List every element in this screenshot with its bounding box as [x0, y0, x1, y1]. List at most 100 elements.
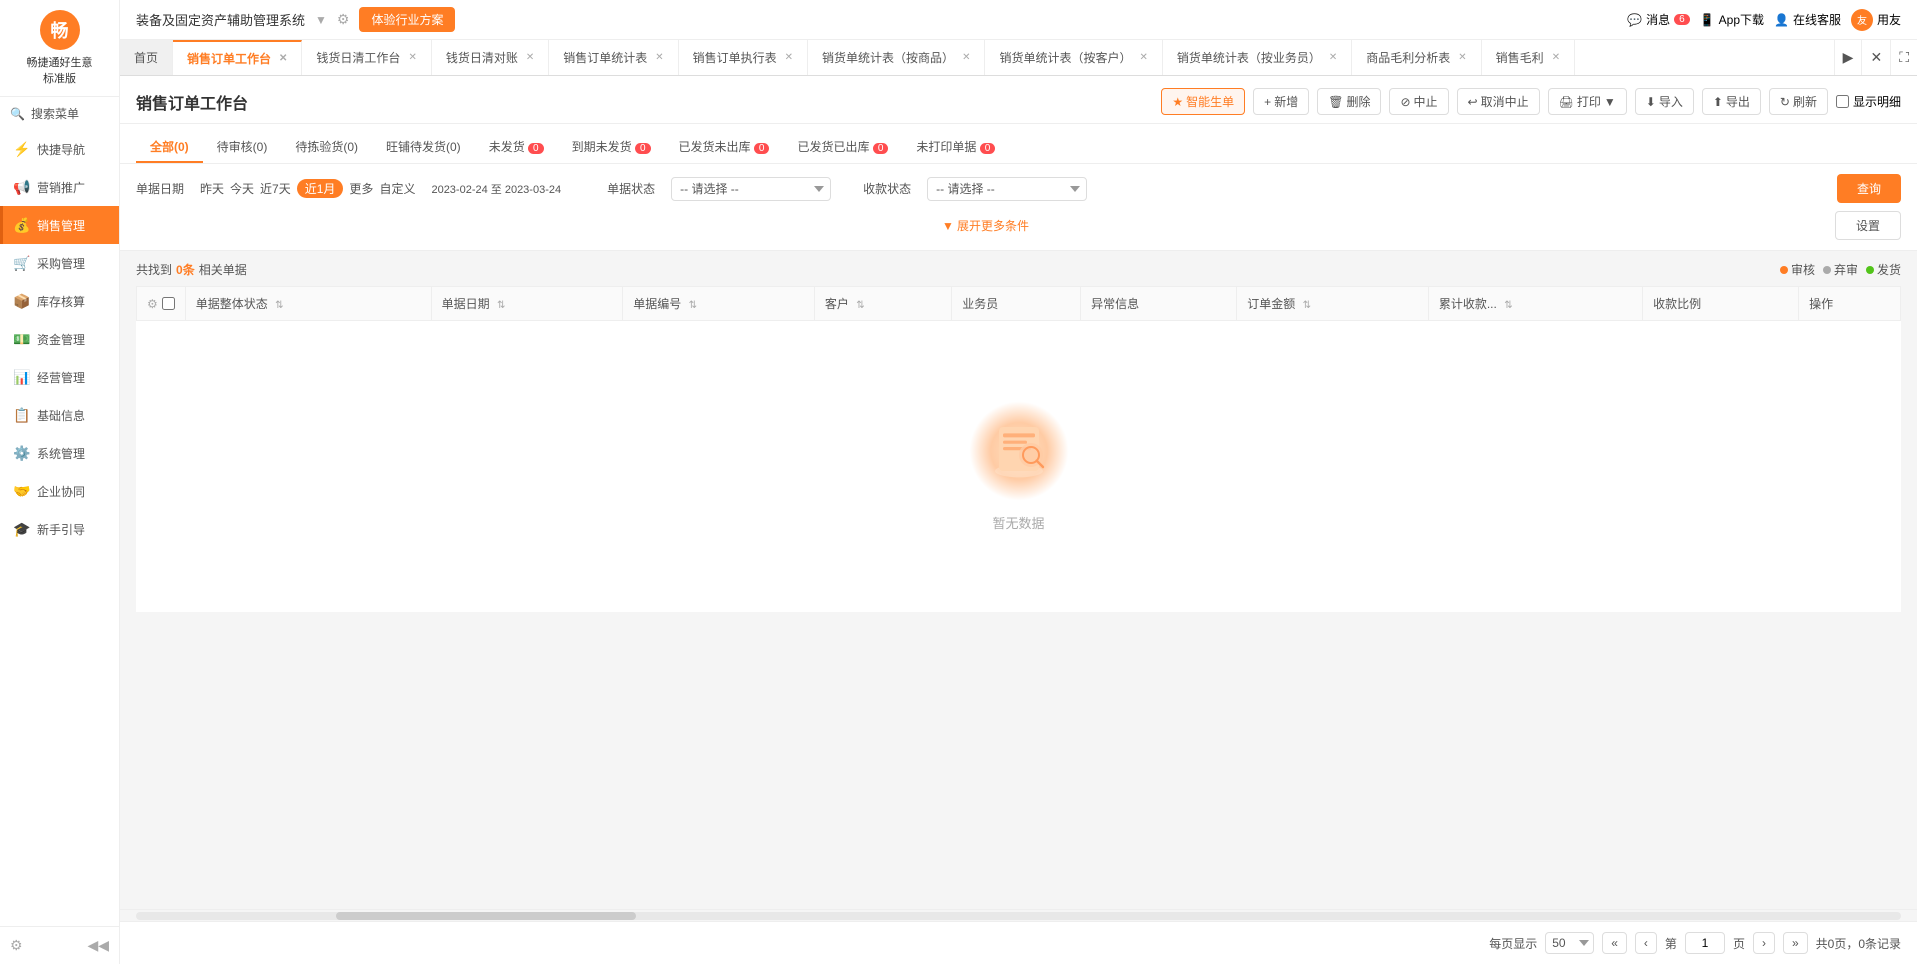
prev-page-btn[interactable]: ‹ — [1635, 932, 1657, 954]
print-btn[interactable]: 🖨 打印 ▼ — [1548, 88, 1627, 115]
user-btn[interactable]: 友 用友 — [1851, 9, 1901, 31]
tab-close-all-btn[interactable]: ✕ — [1861, 40, 1890, 76]
sub-tab-not-shipped[interactable]: 未发货 0 — [475, 132, 558, 163]
show-detail-checkbox[interactable] — [1836, 95, 1849, 108]
tab-scroll-right-btn[interactable]: ▶ — [1834, 40, 1862, 76]
sort-number-icon[interactable]: ⇅ — [689, 300, 697, 311]
date-last1month[interactable]: 近1月 — [297, 179, 344, 198]
sub-tab-shipped-out[interactable]: 已发货已出库 0 — [783, 132, 902, 163]
tab-gross-profit[interactable]: 商品毛利分析表 ✕ — [1352, 40, 1481, 76]
cancel-suspend-btn[interactable]: ↩ 取消中止 — [1457, 88, 1540, 115]
sub-tab-shipped-not-out[interactable]: 已发货未出库 0 — [665, 132, 784, 163]
sub-tab-wangpu[interactable]: 旺铺待发货(0) — [372, 132, 475, 163]
cancel-review-action[interactable]: 弃审 — [1823, 261, 1858, 278]
tab-cash-reconcile[interactable]: 钱货日清对账 ✕ — [432, 40, 549, 76]
next-page-btn[interactable]: › — [1753, 932, 1775, 954]
tab-home[interactable]: 首页 — [120, 40, 173, 76]
smart-create-btn[interactable]: ★ 智能生单 — [1161, 88, 1245, 115]
sidebar-item-system[interactable]: ⚙️ 系统管理 — [0, 434, 119, 472]
th-received: 累计收款... ⇅ — [1428, 287, 1642, 321]
tab-sales-profit[interactable]: 销售毛利 ✕ — [1482, 40, 1575, 76]
review-action[interactable]: 审核 — [1780, 261, 1815, 278]
sidebar-item-basic[interactable]: 📋 基础信息 — [0, 396, 119, 434]
tab-sales-summary-product[interactable]: 销货单统计表（按商品） ✕ — [808, 40, 985, 76]
tab-close-icon[interactable]: ✕ — [1139, 52, 1147, 63]
tab-sales-summary-staff[interactable]: 销货单统计表（按业务员） ✕ — [1163, 40, 1352, 76]
sub-tab-bar: 全部(0) 待审核(0) 待拣验货(0) 旺铺待发货(0) 未发货 0 到期未发… — [120, 124, 1917, 164]
tab-close-icon[interactable]: ✕ — [785, 52, 793, 63]
show-detail-toggle[interactable]: 显示明细 — [1836, 93, 1901, 110]
tab-close-icon[interactable]: ✕ — [1458, 52, 1466, 63]
sidebar-item-operations[interactable]: 📊 经营管理 — [0, 358, 119, 396]
date-last7[interactable]: 近7天 — [260, 180, 291, 197]
sub-tab-overdue[interactable]: 到期未发货 0 — [558, 132, 665, 163]
suspend-btn[interactable]: ⊘ 中止 — [1389, 88, 1448, 115]
gear-icon[interactable]: ⚙ — [337, 11, 350, 28]
query-btn[interactable]: 查询 — [1837, 174, 1901, 203]
sort-customer-icon[interactable]: ⇅ — [856, 300, 864, 311]
sidebar-item-finance[interactable]: 💵 资金管理 — [0, 320, 119, 358]
tab-cash-daily[interactable]: 钱货日清工作台 ✕ — [302, 40, 431, 76]
export-btn[interactable]: ⬆ 导出 — [1702, 88, 1761, 115]
message-btn[interactable]: 💬 消息 6 — [1627, 11, 1690, 28]
tab-sales-summary-customer[interactable]: 销货单统计表（按客户） ✕ — [985, 40, 1162, 76]
setting-btn[interactable]: 设置 — [1835, 211, 1901, 240]
app-download-btn[interactable]: 📱 App下载 — [1700, 11, 1764, 28]
last-page-btn[interactable]: » — [1783, 932, 1808, 954]
tab-close-icon[interactable]: ✕ — [526, 52, 534, 63]
tab-sales-workbench[interactable]: 销售订单工作台 ✕ — [173, 40, 302, 76]
sidebar-item-guide[interactable]: 🎓 新手引导 — [0, 510, 119, 548]
date-yesterday[interactable]: 昨天 — [200, 180, 224, 197]
sidebar-item-purchase[interactable]: 🛒 采购管理 — [0, 244, 119, 282]
refresh-btn[interactable]: ↻ 刷新 — [1769, 88, 1828, 115]
settings-bottom-icon[interactable]: ⚙ — [10, 937, 23, 954]
tab-sales-exec[interactable]: 销售订单执行表 ✕ — [679, 40, 808, 76]
sub-tab-pending-review[interactable]: 待审核(0) — [203, 132, 282, 163]
page-size-select[interactable]: 50 100 200 — [1545, 932, 1594, 954]
trial-btn[interactable]: 体验行业方案 — [359, 7, 455, 32]
tab-close-icon[interactable]: ✕ — [962, 52, 970, 63]
page-input[interactable]: 1 — [1685, 932, 1725, 954]
tab-close-icon[interactable]: ✕ — [655, 52, 663, 63]
status-filter-label: 单据状态 — [607, 180, 655, 197]
select-all-checkbox[interactable] — [162, 297, 175, 310]
sort-amount-icon[interactable]: ⇅ — [1303, 300, 1311, 311]
settings-icon[interactable]: ⚙ — [147, 297, 158, 311]
first-page-btn[interactable]: « — [1602, 932, 1627, 954]
sub-tab-all[interactable]: 全部(0) — [136, 132, 203, 163]
tab-sales-stats[interactable]: 销售订单统计表 ✕ — [549, 40, 678, 76]
sort-status-icon[interactable]: ⇅ — [275, 300, 283, 311]
online-service-btn[interactable]: 👤 在线客服 — [1774, 11, 1841, 28]
import-btn[interactable]: ⬇ 导入 — [1635, 88, 1694, 115]
payment-select[interactable]: -- 请选择 -- — [927, 177, 1087, 201]
enterprise-icon: 🤝 — [13, 482, 31, 500]
scrollbar-thumb[interactable] — [336, 912, 636, 920]
tab-close-icon[interactable]: ✕ — [1552, 52, 1560, 63]
sub-tab-pending-inspect[interactable]: 待拣验货(0) — [281, 132, 372, 163]
sort-date-icon[interactable]: ⇅ — [497, 300, 505, 311]
delete-btn[interactable]: 🗑 删除 — [1317, 88, 1381, 115]
tab-close-icon[interactable]: ✕ — [279, 53, 287, 64]
sidebar-item-quick-nav[interactable]: ⚡ 快捷导航 — [0, 130, 119, 168]
sub-tab-not-printed[interactable]: 未打印单据 0 — [902, 132, 1009, 163]
status-select[interactable]: -- 请选择 -- — [671, 177, 831, 201]
sidebar-item-inventory[interactable]: 📦 库存核算 — [0, 282, 119, 320]
sidebar-item-marketing[interactable]: 📢 营销推广 — [0, 168, 119, 206]
add-btn[interactable]: + 新增 — [1253, 88, 1309, 115]
date-more[interactable]: 更多 — [349, 180, 373, 197]
sidebar-search-item[interactable]: 🔍 搜索菜单 — [0, 97, 119, 130]
sort-received-icon[interactable]: ⇅ — [1504, 300, 1512, 311]
sidebar-item-sales[interactable]: 💰 销售管理 — [0, 206, 119, 244]
date-custom[interactable]: 自定义 — [379, 180, 415, 197]
tab-label: 销货单统计表（按客户） — [999, 49, 1131, 66]
tab-close-icon[interactable]: ✕ — [408, 52, 416, 63]
expand-system-icon[interactable]: ▼ — [315, 13, 327, 27]
date-today[interactable]: 今天 — [230, 180, 254, 197]
collapse-icon[interactable]: ◀◀ — [87, 937, 109, 954]
tab-fullscreen-btn[interactable]: ⛶ — [1890, 40, 1917, 76]
expand-filter-btn[interactable]: ▼ 展开更多条件 — [942, 217, 1029, 234]
horizontal-scrollbar[interactable] — [120, 909, 1917, 921]
ship-action[interactable]: 发货 — [1866, 261, 1901, 278]
sidebar-item-enterprise[interactable]: 🤝 企业协同 — [0, 472, 119, 510]
tab-close-icon[interactable]: ✕ — [1329, 52, 1337, 63]
